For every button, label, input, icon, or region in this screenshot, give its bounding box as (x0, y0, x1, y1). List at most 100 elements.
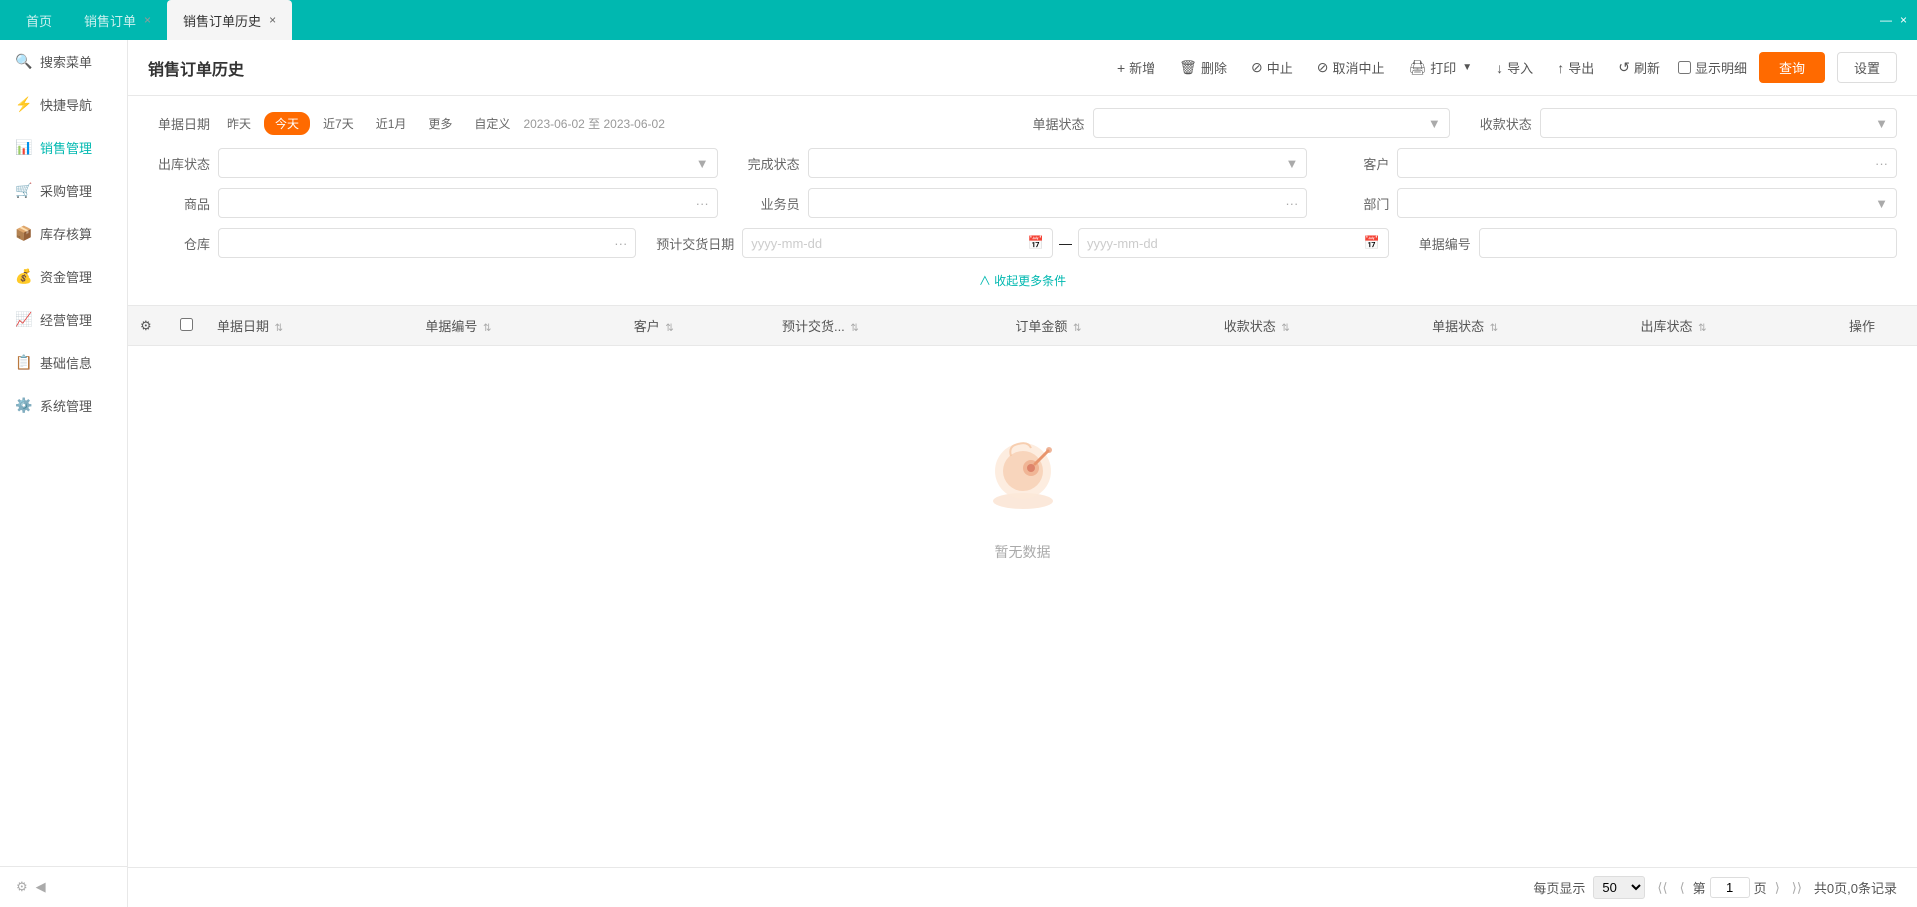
sidebar-item-operations-label: 经营管理 (40, 310, 92, 329)
sidebar-item-operations[interactable]: 📈 经营管理 (0, 298, 127, 341)
date-range-value: 2023-06-02 至 2023-06-02 (523, 115, 664, 132)
sort-payment-icon: ⇅ (1281, 323, 1289, 334)
calendar-start-icon[interactable]: 📅 (1028, 235, 1044, 251)
filter-row-4: 仓库 ··· 预计交货日期 yyyy-mm-dd 📅 — (148, 228, 1897, 258)
filter-doc-number: 单据编号 (1409, 228, 1897, 258)
tab-home[interactable]: 首页 (10, 0, 68, 40)
filter-delivery-start[interactable]: yyyy-mm-dd 📅 (742, 228, 1053, 258)
th-settings[interactable]: ⚙ (128, 306, 168, 346)
sort-doc-status-icon: ⇅ (1490, 323, 1498, 334)
salesperson-dots: ··· (1285, 196, 1298, 211)
sidebar-item-sales-label: 销售管理 (40, 138, 92, 157)
th-delivery-date[interactable]: 预计交货... ⇅ (770, 306, 1003, 346)
btn-cancel-stop-label: 取消中止 (1332, 58, 1384, 77)
btn-stop[interactable]: ⊘ 中止 (1245, 54, 1299, 81)
filter-outbound-control[interactable]: ▼ (218, 148, 718, 178)
th-doc-status[interactable]: 单据状态 ⇅ (1420, 306, 1628, 346)
sidebar-item-basic-info-label: 基础信息 (40, 353, 92, 372)
collapse-up-icon: ∧ (979, 274, 991, 288)
date-btn-more[interactable]: 更多 (419, 112, 461, 135)
btn-import[interactable]: ↓ 导入 (1490, 54, 1539, 81)
th-doc-date-label: 单据日期 (217, 319, 269, 334)
sidebar-settings-icon[interactable]: ⚙ (16, 879, 28, 895)
th-outbound-status[interactable]: 出库状态 ⇅ (1629, 306, 1837, 346)
th-checkbox[interactable] (168, 306, 205, 346)
date-btn-7days[interactable]: 近7天 (314, 112, 363, 135)
query-button[interactable]: 查询 (1759, 52, 1825, 83)
date-btn-yesterday[interactable]: 昨天 (218, 112, 260, 135)
operations-icon: 📈 (16, 312, 32, 328)
department-chevron: ▼ (1875, 196, 1888, 211)
page-size-select[interactable]: 50 10 20 100 (1593, 876, 1645, 899)
prev-page-btn[interactable]: ⟨ (1676, 878, 1689, 898)
btn-cancel-stop[interactable]: ⊘ 取消中止 (1311, 54, 1391, 81)
sidebar-item-search[interactable]: 🔍 搜索菜单 (0, 40, 127, 83)
filter-delivery-end[interactable]: yyyy-mm-dd 📅 (1078, 228, 1389, 258)
th-doc-number[interactable]: 单据编号 ⇅ (413, 306, 621, 346)
filter-complete-control[interactable]: ▼ (808, 148, 1308, 178)
display-column-input[interactable] (1678, 61, 1691, 74)
payment-status-chevron: ▼ (1875, 116, 1888, 131)
filter-product-control[interactable]: ··· (218, 188, 718, 218)
sidebar-item-finance[interactable]: 💰 资金管理 (0, 255, 127, 298)
btn-delete[interactable]: 🗑 删除 (1173, 54, 1233, 81)
sidebar-bottom: ⚙ ◀ (0, 866, 127, 907)
filter-customer-control[interactable]: ··· (1397, 148, 1897, 178)
th-doc-status-label: 单据状态 (1432, 319, 1484, 334)
tab-sales-order-history[interactable]: 销售订单历史 × (167, 0, 292, 40)
window-minimize[interactable]: — (1880, 13, 1892, 27)
delivery-end-placeholder: yyyy-mm-dd (1087, 236, 1158, 251)
delivery-start-placeholder: yyyy-mm-dd (751, 236, 822, 251)
first-page-btn[interactable]: ⟨⟨ (1653, 878, 1671, 898)
th-order-amount[interactable]: 订单金额 ⇅ (1003, 306, 1211, 346)
window-close[interactable]: × (1900, 13, 1907, 27)
btn-export[interactable]: ↑ 导出 (1551, 54, 1600, 81)
btn-print-label: 打印 (1430, 58, 1456, 77)
date-btn-today[interactable]: 今天 (264, 112, 310, 135)
filter-complete-status: 完成状态 ▼ (738, 148, 1308, 178)
filter-salesperson: 业务员 ··· (738, 188, 1308, 218)
filter-warehouse-control[interactable]: ··· (218, 228, 636, 258)
calendar-end-icon[interactable]: 📅 (1364, 235, 1380, 251)
filter-payment-status-control[interactable]: ▼ (1540, 108, 1897, 138)
btn-print[interactable]: 🖨 打印 ▼ (1402, 54, 1478, 81)
filter-doc-status-control[interactable]: ▼ (1093, 108, 1450, 138)
sidebar: 🔍 搜索菜单 ⚡ 快捷导航 📊 销售管理 🛒 采购管理 📦 库存核算 💰 资金管… (0, 40, 128, 907)
sidebar-item-basic-info[interactable]: 📋 基础信息 (0, 341, 127, 384)
search-menu-icon: 🔍 (16, 54, 32, 70)
sidebar-item-quick-nav[interactable]: ⚡ 快捷导航 (0, 83, 127, 126)
customer-dots: ··· (1875, 156, 1888, 171)
setting-button[interactable]: 设置 (1837, 52, 1897, 83)
btn-add[interactable]: + 新增 (1111, 54, 1161, 81)
purchase-icon: 🛒 (16, 183, 32, 199)
filter-doc-number-control[interactable] (1479, 228, 1897, 258)
next-page-btn[interactable]: ⟩ (1771, 878, 1784, 898)
display-column-checkbox[interactable]: 显示明细 (1678, 58, 1747, 77)
sidebar-item-purchase[interactable]: 🛒 采购管理 (0, 169, 127, 212)
th-doc-date[interactable]: 单据日期 ⇅ (205, 306, 413, 346)
page-number-input[interactable] (1710, 877, 1750, 898)
select-all-checkbox[interactable] (180, 318, 193, 331)
tab-sales-order[interactable]: 销售订单 × (68, 0, 167, 40)
last-page-btn[interactable]: ⟩⟩ (1788, 878, 1806, 898)
filter-salesperson-control[interactable]: ··· (808, 188, 1308, 218)
doc-status-chevron: ▼ (1428, 116, 1441, 131)
sidebar-item-purchase-label: 采购管理 (40, 181, 92, 200)
date-btn-custom[interactable]: 自定义 (465, 112, 519, 135)
sidebar-item-system[interactable]: ⚙️ 系统管理 (0, 384, 127, 427)
close-tab-sales-order[interactable]: × (144, 13, 151, 27)
sidebar-item-sales[interactable]: 📊 销售管理 (0, 126, 127, 169)
sidebar-item-inventory[interactable]: 📦 库存核算 (0, 212, 127, 255)
filter-department-control[interactable]: ▼ (1397, 188, 1897, 218)
toolbar: + 新增 🗑 删除 ⊘ 中止 ⊘ 取消中止 🖨 打印 (1111, 52, 1897, 83)
th-customer[interactable]: 客户 ⇅ (622, 306, 770, 346)
btn-refresh[interactable]: ↺ 刷新 (1612, 54, 1666, 81)
complete-chevron: ▼ (1285, 156, 1298, 171)
quick-nav-icon: ⚡ (16, 97, 32, 113)
sidebar-collapse-icon[interactable]: ◀ (36, 879, 46, 895)
collapse-bar[interactable]: ∧ 收起更多条件 (148, 268, 1897, 293)
th-payment-status[interactable]: 收款状态 ⇅ (1212, 306, 1420, 346)
btn-delete-label: 删除 (1201, 58, 1227, 77)
date-btn-1month[interactable]: 近1月 (367, 112, 416, 135)
close-tab-sales-order-history[interactable]: × (269, 13, 276, 27)
